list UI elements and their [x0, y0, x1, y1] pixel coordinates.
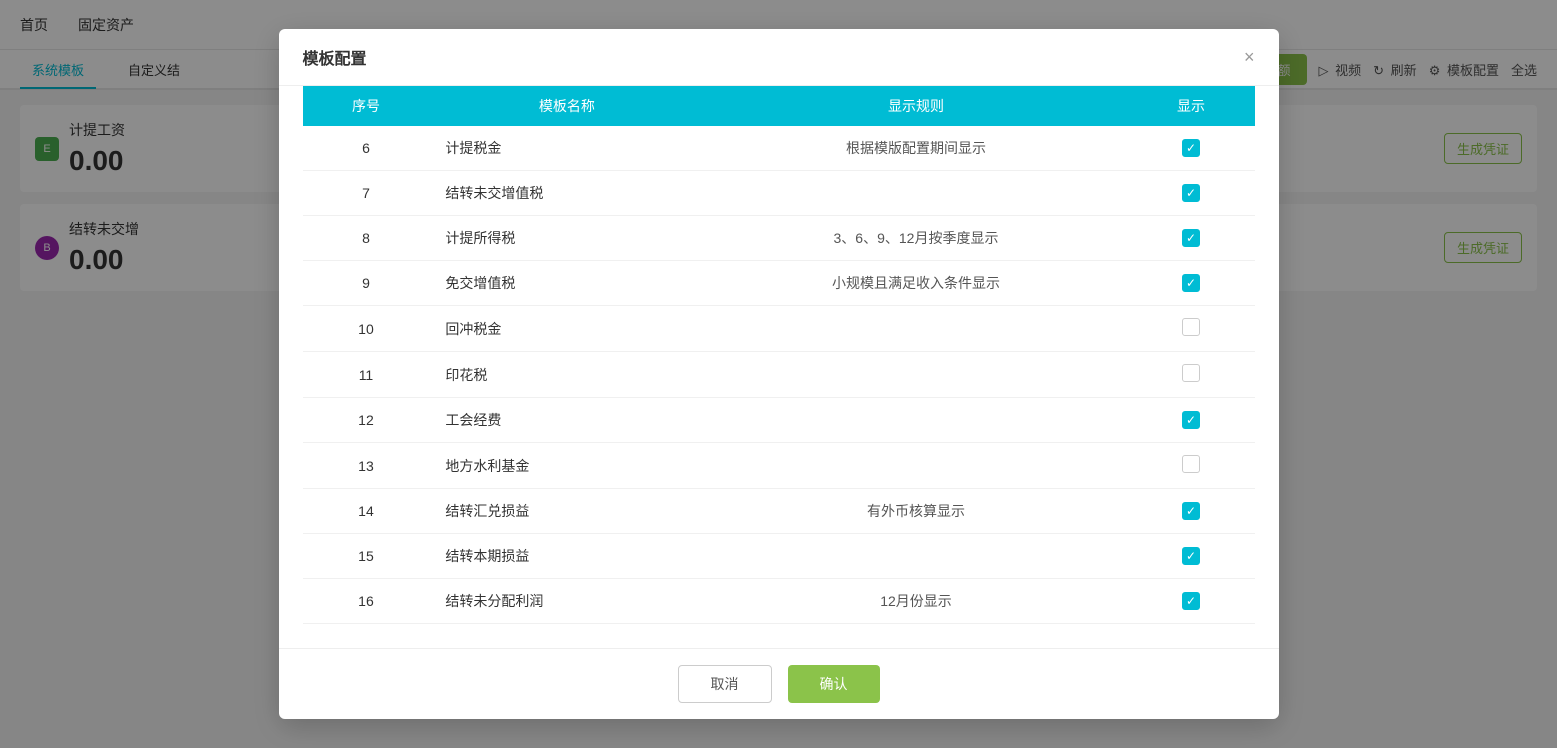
table-row: 10回冲税金 [303, 306, 1255, 352]
table-header-row: 序号 模板名称 显示规则 显示 [303, 86, 1255, 126]
config-table: 序号 模板名称 显示规则 显示 6计提税金根据模版配置期间显示✓7结转未交增值税… [303, 86, 1255, 624]
row-name: 结转本期损益 [429, 534, 704, 579]
row-checkbox-cell: ✓ [1128, 126, 1255, 171]
row-index: 8 [303, 216, 430, 261]
table-row: 16结转未分配利润12月份显示 ✓ [303, 579, 1255, 624]
row-checkbox[interactable]: ✓ [1182, 502, 1200, 520]
table-row: 12工会经费 ✓ [303, 398, 1255, 443]
template-config-modal: 模板配置 × 序号 模板名称 显示规则 显示 6计提税金根据模版配置期间显示✓7… [279, 29, 1279, 719]
table-row: 13地方水利基金 [303, 443, 1255, 489]
row-name: 回冲税金 [429, 306, 704, 352]
row-index: 13 [303, 443, 430, 489]
row-index: 6 [303, 126, 430, 171]
row-name: 免交增值税 [429, 261, 704, 306]
table-row: 14结转汇兑损益有外币核算显示 ✓ [303, 489, 1255, 534]
row-checkbox-cell: ✓ [1128, 216, 1255, 261]
confirm-button[interactable]: 确认 [788, 665, 880, 703]
table-row: 11印花税 [303, 352, 1255, 398]
row-checkbox-cell [1128, 352, 1255, 398]
row-checkbox-cell: ✓ [1128, 261, 1255, 306]
col-name: 模板名称 [429, 86, 704, 126]
row-rule: 有外币核算显示 [704, 489, 1127, 534]
row-rule [704, 352, 1127, 398]
modal-overlay: 模板配置 × 序号 模板名称 显示规则 显示 6计提税金根据模版配置期间显示✓7… [0, 0, 1557, 748]
row-name: 工会经费 [429, 398, 704, 443]
row-rule: 小规模且满足收入条件显示 [704, 261, 1127, 306]
col-rule: 显示规则 [704, 86, 1127, 126]
modal-body: 序号 模板名称 显示规则 显示 6计提税金根据模版配置期间显示✓7结转未交增值税… [279, 86, 1279, 648]
row-rule: 3、6、9、12月按季度显示 [704, 216, 1127, 261]
row-checkbox[interactable]: ✓ [1182, 274, 1200, 292]
row-index: 16 [303, 579, 430, 624]
row-checkbox[interactable]: ✓ [1182, 547, 1200, 565]
row-rule: 12月份显示 [704, 579, 1127, 624]
row-name: 结转汇兑损益 [429, 489, 704, 534]
row-name: 结转未交增值税 [429, 171, 704, 216]
modal-header: 模板配置 × [279, 29, 1279, 86]
row-index: 12 [303, 398, 430, 443]
row-rule [704, 534, 1127, 579]
row-checkbox[interactable] [1182, 364, 1200, 382]
col-index: 序号 [303, 86, 430, 126]
row-rule [704, 306, 1127, 352]
row-rule [704, 443, 1127, 489]
row-checkbox-cell: ✓ [1128, 579, 1255, 624]
row-checkbox[interactable]: ✓ [1182, 411, 1200, 429]
row-rule: 根据模版配置期间显示 [704, 126, 1127, 171]
modal-close-button[interactable]: × [1244, 48, 1255, 66]
row-index: 7 [303, 171, 430, 216]
row-name: 计提税金 [429, 126, 704, 171]
row-index: 14 [303, 489, 430, 534]
cancel-button[interactable]: 取消 [678, 665, 772, 703]
table-row: 6计提税金根据模版配置期间显示 ✓ [303, 126, 1255, 171]
row-checkbox-cell [1128, 306, 1255, 352]
row-checkbox-cell: ✓ [1128, 171, 1255, 216]
row-name: 印花税 [429, 352, 704, 398]
row-index: 11 [303, 352, 430, 398]
table-row: 7结转未交增值税 ✓ [303, 171, 1255, 216]
row-checkbox-cell: ✓ [1128, 534, 1255, 579]
row-checkbox[interactable]: ✓ [1182, 184, 1200, 202]
table-row: 9免交增值税小规模且满足收入条件显示 ✓ [303, 261, 1255, 306]
row-checkbox[interactable]: ✓ [1182, 229, 1200, 247]
row-checkbox-cell: ✓ [1128, 489, 1255, 534]
row-index: 15 [303, 534, 430, 579]
row-rule [704, 171, 1127, 216]
table-row: 15结转本期损益 ✓ [303, 534, 1255, 579]
modal-title: 模板配置 [303, 45, 367, 69]
row-checkbox-cell: ✓ [1128, 398, 1255, 443]
row-index: 10 [303, 306, 430, 352]
col-show: 显示 [1128, 86, 1255, 126]
row-checkbox[interactable]: ✓ [1182, 592, 1200, 610]
row-checkbox[interactable] [1182, 455, 1200, 473]
row-checkbox[interactable]: ✓ [1182, 139, 1200, 157]
row-name: 结转未分配利润 [429, 579, 704, 624]
row-name: 计提所得税 [429, 216, 704, 261]
modal-footer: 取消 确认 [279, 648, 1279, 719]
table-row: 8计提所得税3、6、9、12月按季度显示 ✓ [303, 216, 1255, 261]
row-checkbox[interactable] [1182, 318, 1200, 336]
row-checkbox-cell [1128, 443, 1255, 489]
row-rule [704, 398, 1127, 443]
row-name: 地方水利基金 [429, 443, 704, 489]
row-index: 9 [303, 261, 430, 306]
